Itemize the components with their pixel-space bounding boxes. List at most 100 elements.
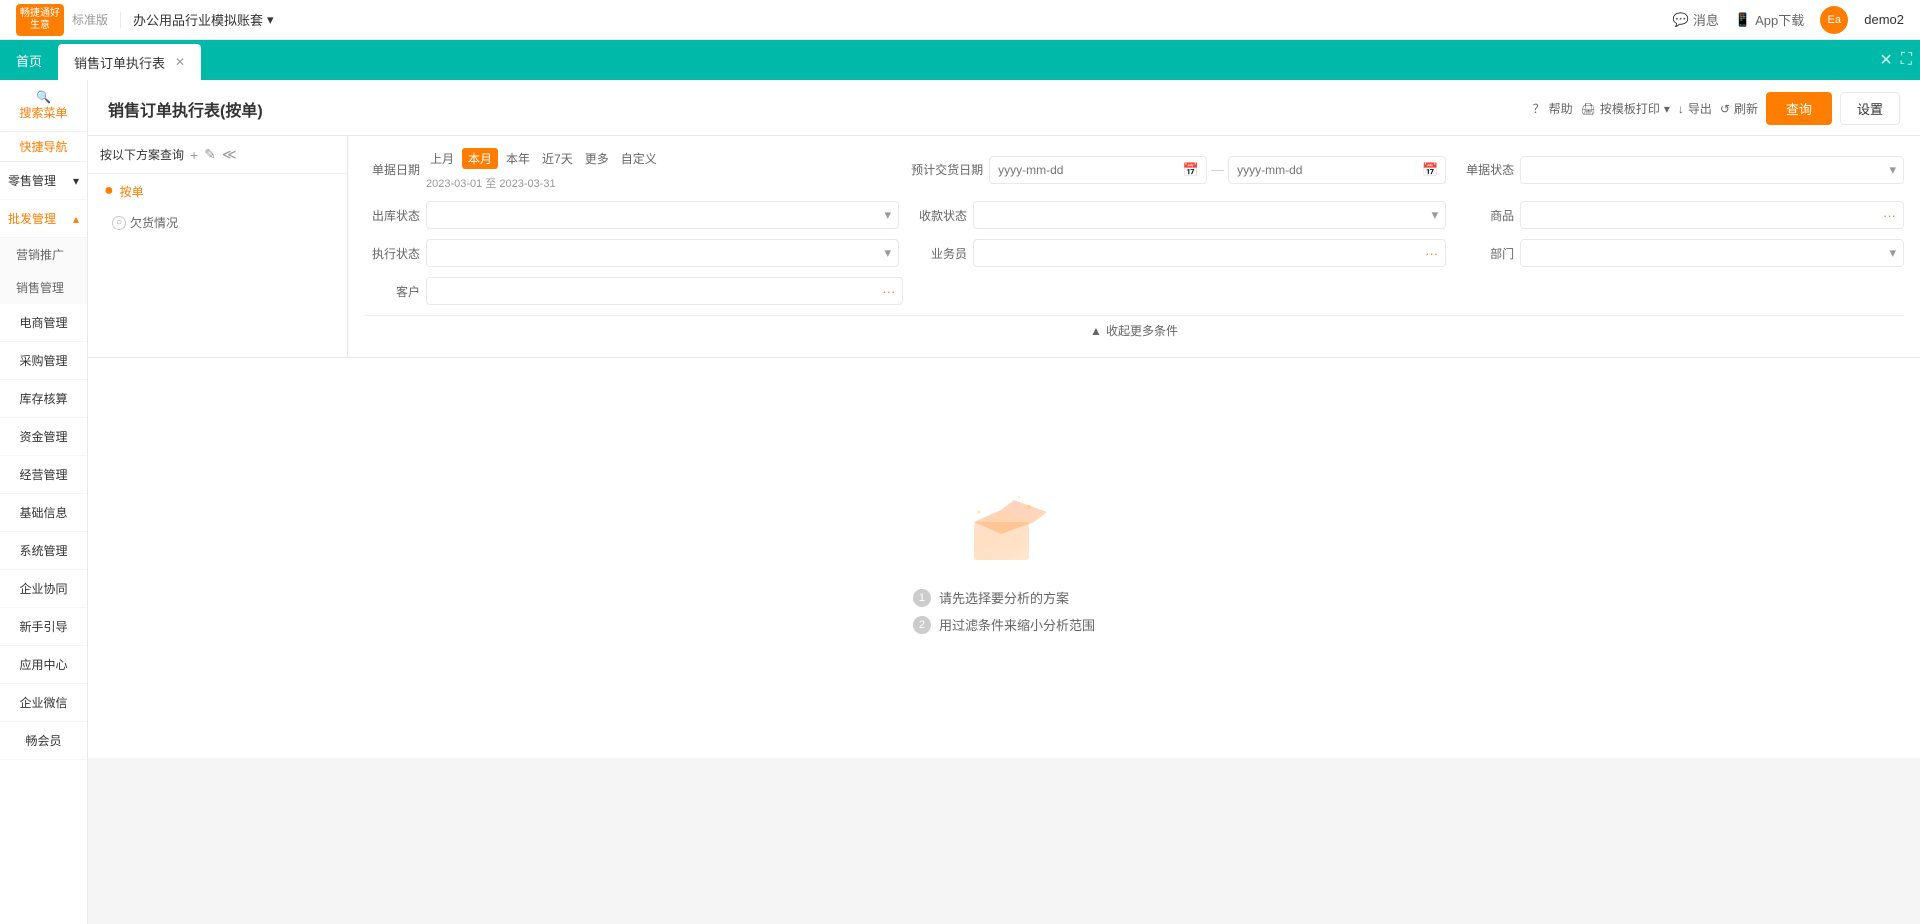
date-tabs: 上月 本月 本年 近7天 更多 自定义: [426, 148, 899, 169]
edit-plan-icon[interactable]: ✎: [204, 146, 216, 163]
sidebar-item-marketing[interactable]: 营销推广: [0, 238, 87, 271]
message-action[interactable]: 💬 消息: [1673, 10, 1719, 29]
page-content: 销售订单执行表(按单) ？ 帮助 🖨 按模板打印 ▾ ↓: [88, 80, 1920, 924]
date-tab-more[interactable]: 更多: [581, 148, 613, 169]
sidebar-item-basic-info[interactable]: 基础信息: [0, 494, 87, 532]
customer-dots-icon[interactable]: ···: [882, 284, 895, 299]
sidebar-quick-nav[interactable]: 快捷导航: [0, 132, 87, 162]
expected-delivery-label: 预计交货日期: [911, 161, 983, 178]
avatar: Ea: [1820, 6, 1848, 34]
filter-panel: 按以下方案查询 + ✎ ≪ ● 按单 ○ 欠货情况: [88, 136, 1920, 358]
receipt-status-select-wrapper: [973, 201, 1446, 229]
date-tab-custom[interactable]: 自定义: [617, 148, 661, 169]
field-single-date: 单据日期 上月 本月 本年 近7天 更多 自定义 20: [364, 148, 899, 191]
settings-button[interactable]: 设置: [1840, 92, 1900, 125]
sidebar-item-system[interactable]: 系统管理: [0, 532, 87, 570]
empty-text-list: 1 请先选择要分析的方案 2 用过滤条件来缩小分析范围: [913, 588, 1095, 634]
sidebar-item-app-center[interactable]: 应用中心: [0, 646, 87, 684]
owe-stock-circle-icon: ○: [112, 216, 126, 230]
product-dots-icon[interactable]: ···: [1883, 208, 1896, 223]
tab-fullscreen-icon[interactable]: ⛶: [1901, 51, 1912, 69]
calendar-to-icon[interactable]: 📅: [1422, 162, 1438, 178]
sidebar-item-ecommerce[interactable]: 电商管理: [0, 304, 87, 342]
exec-status-label: 执行状态: [364, 245, 420, 262]
date-from-wrapper: 📅: [989, 156, 1207, 184]
tab-home[interactable]: 首页: [0, 40, 58, 80]
out-stock-status-select[interactable]: [426, 201, 899, 229]
date-to-input[interactable]: [1228, 156, 1446, 184]
enterprise-collab-label: 企业协同: [19, 580, 67, 597]
receipt-status-select[interactable]: [973, 201, 1446, 229]
customer-input[interactable]: [426, 277, 903, 305]
owe-stock-label: 欠货情况: [130, 214, 178, 231]
dept-select[interactable]: [1520, 239, 1904, 267]
wholesale-mgmt-label: 批发管理: [8, 210, 56, 227]
app-download-icon: 📱: [1735, 12, 1751, 28]
filter-plan-by-order[interactable]: ● 按单: [88, 174, 347, 208]
single-status-label: 单据状态: [1458, 161, 1514, 178]
exec-status-select[interactable]: [426, 239, 899, 267]
ecommerce-label: 电商管理: [19, 314, 67, 331]
template-print-btn[interactable]: 🖨 按模板打印 ▾: [1581, 100, 1670, 117]
date-from-input[interactable]: [989, 156, 1207, 184]
sidebar-item-sales-mgmt[interactable]: 销售管理: [0, 271, 87, 304]
sidebar-item-retail-mgmt[interactable]: 零售管理 ▾: [0, 162, 87, 200]
plan-label: 按单: [120, 183, 144, 200]
toolbar-actions: ？ 帮助 🖨 按模板打印 ▾ ↓ 导出 ↺: [1533, 92, 1900, 125]
divider: [120, 12, 121, 28]
sidebar-item-member[interactable]: 畅会员: [0, 722, 87, 760]
member-label: 畅会员: [25, 732, 61, 749]
date-tab-last-month[interactable]: 上月: [426, 148, 458, 169]
product-input[interactable]: [1520, 201, 1904, 229]
date-tab-7days[interactable]: 近7天: [538, 148, 577, 169]
subtitle: 标准版: [72, 11, 108, 28]
filter-left-title: 按以下方案查询: [100, 146, 184, 163]
sidebar-item-wholesale-mgmt[interactable]: 批发管理 ▴: [0, 200, 87, 238]
sidebar-item-enterprise-collab[interactable]: 企业协同: [0, 570, 87, 608]
tab-sales-order-exec[interactable]: 销售订单执行表 ✕: [58, 44, 201, 80]
refresh-label: 刷新: [1734, 100, 1758, 117]
sidebar-item-purchase[interactable]: 采购管理: [0, 342, 87, 380]
template-print-icon: 🖨: [1581, 102, 1596, 116]
sidebar-sub-wholesale: 营销推广 销售管理: [0, 238, 87, 304]
salesperson-dots-icon[interactable]: ···: [1425, 246, 1438, 261]
collapse-btn[interactable]: ▲ 收起更多条件: [364, 315, 1904, 345]
tab-home-label: 首页: [16, 51, 42, 70]
calendar-from-icon[interactable]: 📅: [1183, 162, 1199, 178]
add-plan-icon[interactable]: +: [190, 147, 198, 163]
plan-dot-icon: ●: [104, 182, 114, 200]
date-tab-this-year[interactable]: 本年: [502, 148, 534, 169]
field-out-stock-status: 出库状态: [364, 201, 899, 229]
sidebar-search-label: 搜索菜单: [8, 104, 79, 121]
sidebar-item-enterprise-wechat[interactable]: 企业微信: [0, 684, 87, 722]
empty-state: 1 请先选择要分析的方案 2 用过滤条件来缩小分析范围: [913, 482, 1095, 634]
sidebar-item-inventory[interactable]: 库存核算: [0, 380, 87, 418]
app-download-action[interactable]: 📱 App下载: [1735, 10, 1804, 29]
export-label: 导出: [1688, 100, 1712, 117]
salesperson-input[interactable]: [973, 239, 1446, 267]
filter-row-2: 出库状态 收款状态: [364, 201, 1904, 229]
field-customer: 客户 ···: [364, 277, 903, 305]
empty-icon: [959, 482, 1049, 572]
sidebar-item-operations[interactable]: 经营管理: [0, 456, 87, 494]
sidebar-item-finance[interactable]: 资金管理: [0, 418, 87, 456]
search-button[interactable]: 查询: [1766, 92, 1832, 125]
export-btn[interactable]: ↓ 导出: [1678, 100, 1712, 117]
single-status-select[interactable]: [1520, 156, 1904, 184]
filter-right: 单据日期 上月 本月 本年 近7天 更多 自定义 20: [348, 136, 1920, 357]
top-header: 畅捷通好生意 标准版 办公用品行业模拟账套 ▾ 💬 消息 📱 App下载 Ea …: [0, 0, 1920, 40]
breadcrumb[interactable]: 办公用品行业模拟账套 ▾: [133, 10, 274, 29]
filter-sub-owe-stock[interactable]: ○ 欠货情况: [88, 208, 347, 237]
sidebar-search[interactable]: 🔍 搜索菜单: [0, 80, 87, 132]
content-area: 销售订单执行表(按单) ？ 帮助 🖨 按模板打印 ▾ ↓: [88, 80, 1920, 924]
collapse-plan-icon[interactable]: ≪: [222, 146, 237, 163]
date-tab-this-month[interactable]: 本月: [462, 148, 498, 169]
tab-close-icon[interactable]: ✕: [175, 55, 185, 69]
operations-label: 经营管理: [19, 466, 67, 483]
purchase-label: 采购管理: [19, 352, 67, 369]
tab-close-window-icon[interactable]: ✕: [1879, 50, 1892, 70]
help-btn[interactable]: ？ 帮助: [1533, 100, 1573, 117]
refresh-btn[interactable]: ↺ 刷新: [1720, 100, 1758, 117]
sidebar-item-new-guide[interactable]: 新手引导: [0, 608, 87, 646]
salesperson-input-wrapper: ···: [973, 239, 1446, 267]
